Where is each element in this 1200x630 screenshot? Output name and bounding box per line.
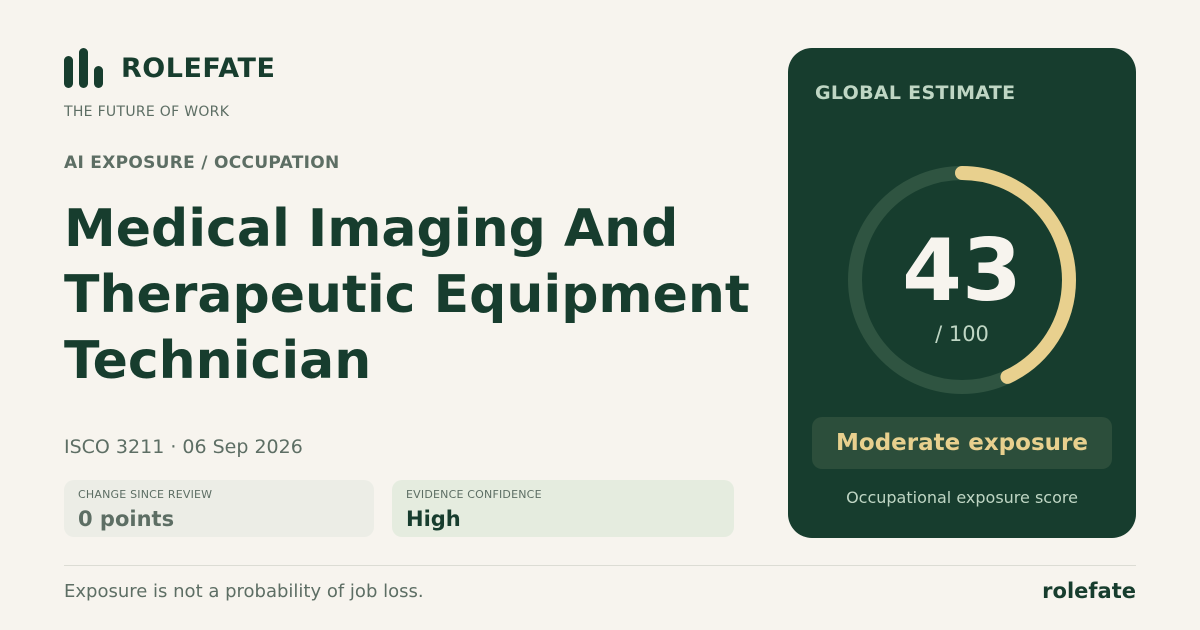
bar-chart-logo-icon xyxy=(64,48,103,88)
global-estimate-card: GLOBAL ESTIMATE 43 / 100 Moderate exposu… xyxy=(788,48,1136,538)
exposure-level-badge: Moderate exposure xyxy=(812,417,1112,469)
exposure-score: 43 xyxy=(902,221,1022,321)
footer-divider xyxy=(64,565,1136,566)
brand-header: ROLEFATE xyxy=(64,48,275,88)
brand-name: ROLEFATE xyxy=(121,52,276,84)
evidence-confidence-card: EVIDENCE CONFIDENCE High xyxy=(392,480,734,537)
category-label: AI EXPOSURE / OCCUPATION xyxy=(64,153,340,173)
change-since-review-card: CHANGE SINCE REVIEW 0 points xyxy=(64,480,374,537)
score-max: / 100 xyxy=(935,322,989,346)
card-label: GLOBAL ESTIMATE xyxy=(815,82,1016,104)
card-caption: Occupational exposure score xyxy=(846,488,1078,507)
change-value: 0 points xyxy=(78,507,175,531)
brand-tagline: THE FUTURE OF WORK xyxy=(64,104,230,120)
footer-brand: rolefate xyxy=(1042,579,1136,603)
occupation-title: Medical Imaging And Therapeutic Equipmen… xyxy=(64,199,750,391)
confidence-label: EVIDENCE CONFIDENCE xyxy=(406,488,542,501)
confidence-value: High xyxy=(406,507,461,531)
change-label: CHANGE SINCE REVIEW xyxy=(78,488,213,501)
occupation-meta: ISCO 3211 · 06 Sep 2026 xyxy=(64,436,303,458)
disclaimer: Exposure is not a probability of job los… xyxy=(64,581,424,602)
